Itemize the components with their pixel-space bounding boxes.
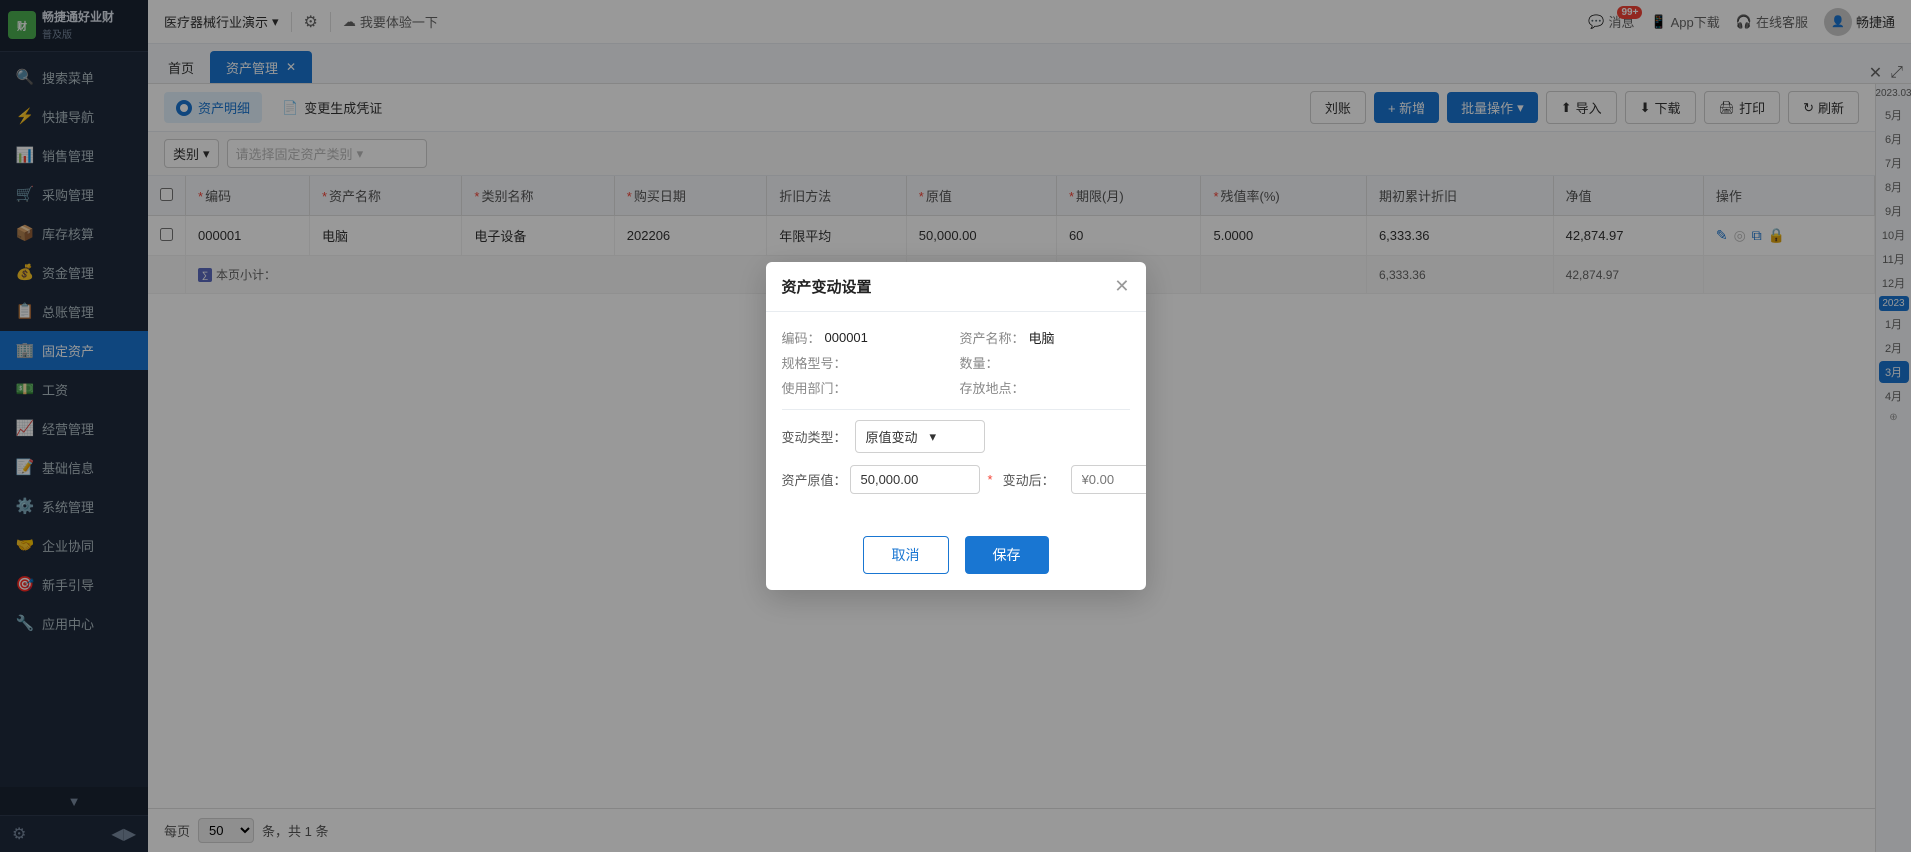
- code-label: 编码：: [782, 328, 821, 347]
- info-dept: 使用部门：: [782, 378, 952, 397]
- dept-label: 使用部门：: [782, 378, 847, 397]
- info-spec: 规格型号：: [782, 353, 952, 372]
- modal-body: 编码： 000001 资产名称： 电脑 规格型号： 数量： 使用部门：: [766, 312, 1146, 526]
- info-name: 资产名称： 电脑: [960, 328, 1130, 347]
- save-button[interactable]: 保存: [965, 536, 1049, 574]
- original-value-row: 资产原值： * 变动后：: [782, 465, 1130, 494]
- required-star: *: [988, 472, 993, 487]
- change-type-select[interactable]: 原值变动 ▾: [855, 420, 985, 453]
- quantity-label: 数量：: [960, 353, 999, 372]
- modal-close-button[interactable]: ✕: [1114, 276, 1129, 297]
- after-label: 变动后：: [1003, 470, 1063, 489]
- modal-info-grid: 编码： 000001 资产名称： 电脑 规格型号： 数量： 使用部门：: [782, 328, 1130, 397]
- modal-header: 资产变动设置 ✕: [766, 262, 1146, 312]
- name-label: 资产名称：: [960, 328, 1025, 347]
- modal-overlay: 资产变动设置 ✕ 编码： 000001 资产名称： 电脑 规格型号： 数量：: [0, 0, 1911, 852]
- original-value-label: 资产原值：: [782, 470, 842, 489]
- modal-footer: 取消 保存: [766, 526, 1146, 590]
- info-quantity: 数量：: [960, 353, 1130, 372]
- asset-change-modal: 资产变动设置 ✕ 编码： 000001 资产名称： 电脑 规格型号： 数量：: [766, 262, 1146, 590]
- after-value-input[interactable]: [1071, 465, 1146, 494]
- spec-label: 规格型号：: [782, 353, 847, 372]
- change-type-row: 变动类型： 原值变动 ▾: [782, 420, 1130, 453]
- modal-title: 资产变动设置: [782, 276, 872, 297]
- name-value: 电脑: [1029, 328, 1055, 347]
- chevron-down-icon: ▾: [930, 429, 937, 445]
- change-type-label: 变动类型：: [782, 427, 847, 446]
- info-code: 编码： 000001: [782, 328, 952, 347]
- change-type-value: 原值变动: [866, 427, 918, 446]
- code-value: 000001: [825, 330, 868, 345]
- original-value-input[interactable]: [850, 465, 980, 494]
- location-label: 存放地点：: [960, 378, 1025, 397]
- info-location: 存放地点：: [960, 378, 1130, 397]
- modal-divider: [782, 409, 1130, 410]
- cancel-button[interactable]: 取消: [863, 536, 949, 574]
